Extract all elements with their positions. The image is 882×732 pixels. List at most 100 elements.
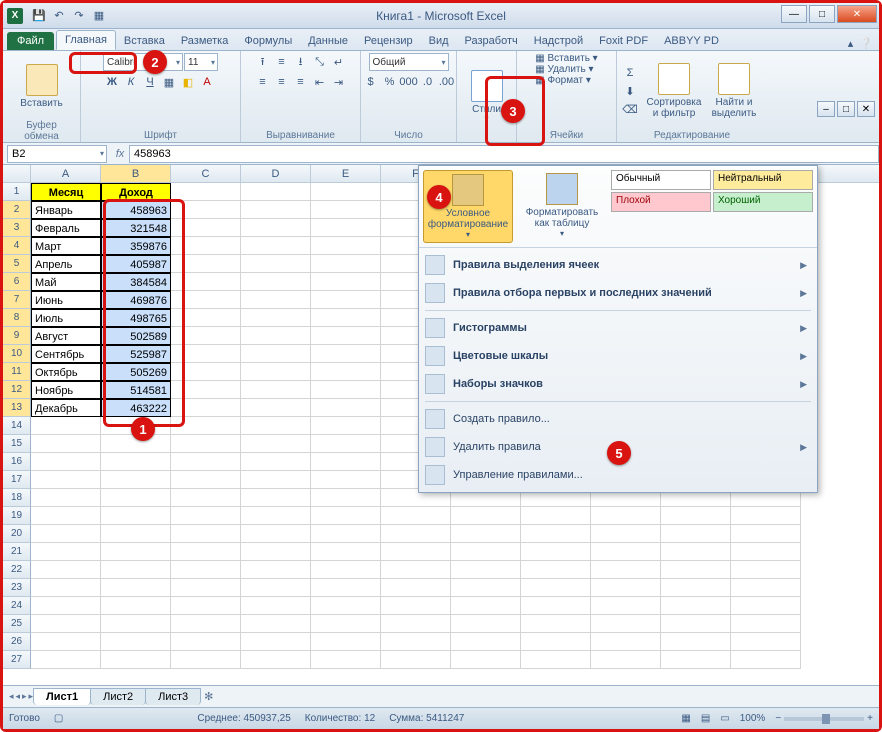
zoom-level[interactable]: 100% [740,713,766,724]
border-button[interactable]: ▦ [160,73,178,91]
cell[interactable] [241,543,311,561]
cell[interactable] [451,615,521,633]
cell[interactable] [241,327,311,345]
cell[interactable] [31,417,101,435]
sheet-tab[interactable]: Лист1 [33,688,91,705]
delete-cells-button[interactable]: ▦ Удалить ▾ [535,64,593,75]
cell[interactable] [521,615,591,633]
cell[interactable] [171,363,241,381]
style-normal[interactable]: Обычный [611,170,711,190]
cell[interactable] [521,579,591,597]
cell[interactable] [731,651,801,669]
cell[interactable] [241,183,311,201]
cell[interactable] [521,525,591,543]
cell[interactable] [171,615,241,633]
cell[interactable] [381,597,451,615]
cell[interactable] [311,597,381,615]
cell[interactable] [311,435,381,453]
cell[interactable] [311,417,381,435]
col-header[interactable]: A [31,165,101,182]
cell[interactable] [241,435,311,453]
row-header[interactable]: 13 [3,399,31,417]
row-header[interactable]: 5 [3,255,31,273]
cell[interactable] [171,417,241,435]
cell[interactable] [661,525,731,543]
cell[interactable] [591,615,661,633]
undo-icon[interactable]: ↶ [51,8,67,24]
cell[interactable] [171,291,241,309]
tab-insert[interactable]: Вставка [116,32,173,50]
cell[interactable] [731,579,801,597]
row-header[interactable]: 8 [3,309,31,327]
cell[interactable] [241,489,311,507]
number-format-select[interactable]: Общий [369,53,449,71]
cell[interactable]: Месяц [31,183,101,201]
underline-button[interactable]: Ч [141,73,159,91]
cell[interactable] [241,579,311,597]
cell[interactable] [311,273,381,291]
cell[interactable] [31,579,101,597]
cell[interactable] [171,435,241,453]
cell[interactable] [311,291,381,309]
qat-more-icon[interactable]: ▦ [91,8,107,24]
cell[interactable] [381,507,451,525]
cell[interactable] [381,615,451,633]
row-header[interactable]: 14 [3,417,31,435]
align-center-button[interactable]: ≡ [273,73,291,91]
cell[interactable] [241,471,311,489]
cell[interactable] [31,597,101,615]
help-icon[interactable]: ❔ [859,37,873,50]
cell[interactable]: 514581 [101,381,171,399]
select-all-corner[interactable] [3,165,31,182]
cell[interactable] [661,597,731,615]
row-header[interactable]: 1 [3,183,31,201]
col-header[interactable]: B [101,165,171,182]
col-header[interactable]: C [171,165,241,182]
view-normal-button[interactable]: ▦ [681,713,690,724]
cell[interactable]: Доход [101,183,171,201]
cell[interactable]: Февраль [31,219,101,237]
insert-cells-button[interactable]: ▦ Вставить ▾ [535,53,597,64]
cell[interactable] [241,507,311,525]
cell[interactable] [171,561,241,579]
cell[interactable] [241,291,311,309]
cell[interactable] [661,651,731,669]
cell[interactable] [31,633,101,651]
cell[interactable] [171,525,241,543]
cell[interactable] [311,183,381,201]
cell[interactable] [171,237,241,255]
cell[interactable] [521,651,591,669]
cell[interactable]: 458963 [101,201,171,219]
row-header[interactable]: 20 [3,525,31,543]
cell[interactable] [241,597,311,615]
align-right-button[interactable]: ≡ [292,73,310,91]
cell[interactable] [101,615,171,633]
cell[interactable]: Июль [31,309,101,327]
cell[interactable] [311,255,381,273]
cell[interactable] [171,201,241,219]
cell[interactable] [591,525,661,543]
cell[interactable] [241,417,311,435]
tab-review[interactable]: Рецензир [356,32,421,50]
mdi-restore[interactable]: □ [837,101,855,117]
cell[interactable] [241,381,311,399]
zoom-slider[interactable]: −+ [775,713,873,724]
cell[interactable] [171,651,241,669]
cell[interactable] [31,543,101,561]
cell[interactable] [241,363,311,381]
cell[interactable] [31,507,101,525]
cell[interactable] [311,327,381,345]
view-pagebreak-button[interactable]: ▭ [720,713,729,724]
cell[interactable] [311,309,381,327]
menu-highlight-rules[interactable]: Правила выделения ячеек▶ [419,251,817,279]
cell[interactable] [381,651,451,669]
cell[interactable] [241,633,311,651]
row-header[interactable]: 23 [3,579,31,597]
row-header[interactable]: 25 [3,615,31,633]
style-good[interactable]: Хороший [713,192,813,212]
fill-color-button[interactable]: ◧ [179,73,197,91]
col-header[interactable]: D [241,165,311,182]
find-select-button[interactable]: Найти и выделить [705,58,763,124]
cell[interactable] [311,489,381,507]
row-header[interactable]: 26 [3,633,31,651]
